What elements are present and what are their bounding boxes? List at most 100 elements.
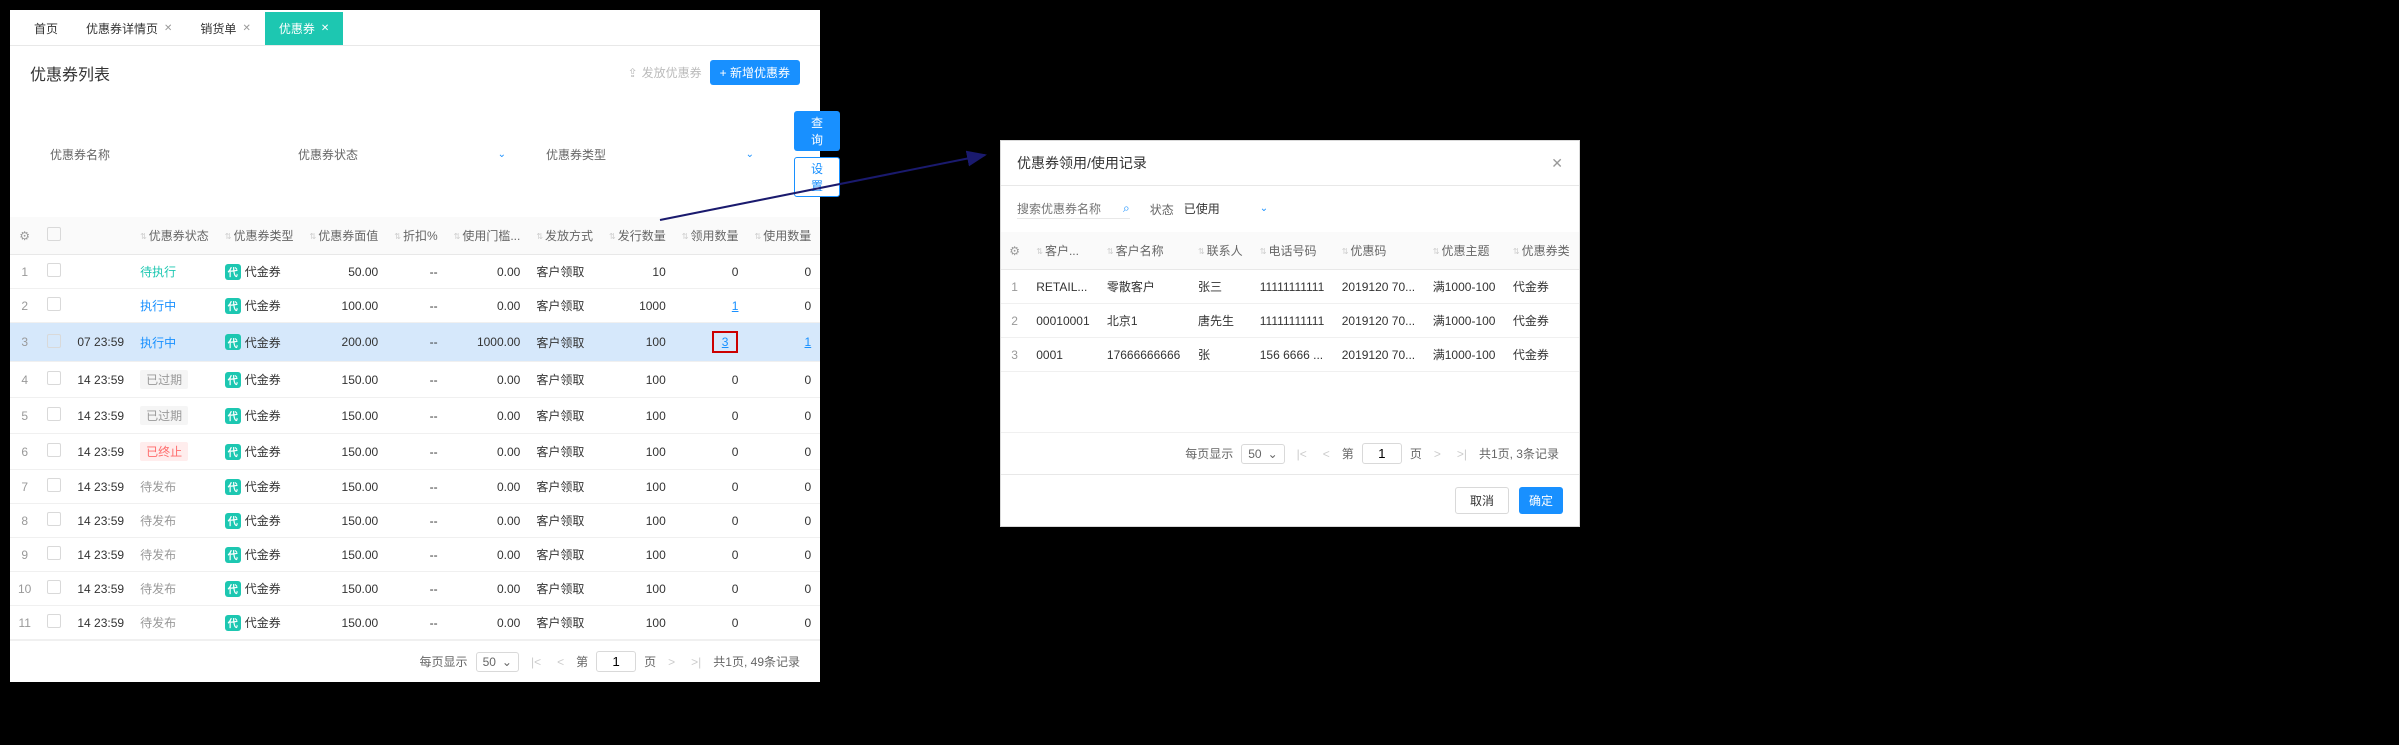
tab-label: 优惠券详情页	[86, 20, 158, 37]
voucher-icon: 代	[225, 479, 241, 495]
next-page-button[interactable]: >	[1430, 447, 1445, 461]
next-page-button[interactable]: >	[664, 655, 679, 669]
search-icon[interactable]: ⌕	[1123, 201, 1130, 216]
table-row[interactable]: 1 待执行 代代金券 50.00 -- 0.00 客户领取 10 0 0 ⇱ ⊞	[10, 255, 820, 289]
page-header: 优惠券列表 ⇪ 发放优惠券 + 新增优惠券	[10, 46, 820, 95]
tab-sales-order[interactable]: 销货单 ✕	[186, 12, 264, 45]
table-row[interactable]: 1 RETAIL... 零散客户 张三 11111111111 2019120 …	[1001, 270, 1579, 304]
settings-button[interactable]: 设置	[794, 157, 840, 197]
table-row[interactable]: 10 14 23:59 待发布 代代金券 150.00 -- 0.00 客户领取…	[10, 572, 820, 606]
header-gear[interactable]: ⚙	[10, 217, 39, 255]
page-suffix: 页	[1410, 445, 1422, 462]
header-coupon-code[interactable]: ⇅优惠码	[1334, 232, 1425, 270]
header-issue-qty[interactable]: ⇅发行数量	[601, 217, 674, 255]
close-icon[interactable]: ✕	[164, 23, 172, 34]
header-type[interactable]: ⇅优惠券类型	[217, 217, 302, 255]
row-checkbox[interactable]	[39, 504, 69, 538]
table-row[interactable]: 3 07 23:59 执行中 代代金券 200.00 -- 1000.00 客户…	[10, 323, 820, 362]
status-select[interactable]: ⌄	[366, 147, 506, 162]
row-time	[69, 289, 132, 323]
header-coupon-type[interactable]: ⇅优惠券类	[1505, 232, 1579, 270]
row-checkbox[interactable]	[39, 289, 69, 323]
header-gear[interactable]: ⚙	[1001, 232, 1028, 270]
table-row[interactable]: 4 14 23:59 已过期 代代金券 150.00 -- 0.00 客户领取 …	[10, 362, 820, 398]
row-actions: ⇱ ⊞	[819, 470, 820, 504]
voucher-icon: 代	[225, 298, 241, 314]
table-row[interactable]: 9 14 23:59 待发布 代代金券 150.00 -- 0.00 客户领取 …	[10, 538, 820, 572]
header-customer-name[interactable]: ⇅客户名称	[1099, 232, 1190, 270]
header-contact[interactable]: ⇅联系人	[1190, 232, 1252, 270]
header-claim-qty[interactable]: ⇅领用数量	[674, 217, 747, 255]
last-page-button[interactable]: >|	[687, 655, 705, 669]
row-method: 客户领取	[528, 289, 601, 323]
modal-filter: ⌕ 状态 已使用 ⌄	[1001, 186, 1579, 232]
type-select[interactable]: ⌄	[614, 147, 754, 162]
page-input[interactable]	[596, 651, 636, 672]
header-use-qty[interactable]: ⇅使用数量	[746, 217, 819, 255]
tab-home[interactable]: 首页	[20, 12, 72, 45]
header-method[interactable]: ⇅发放方式	[528, 217, 601, 255]
chevron-down-icon: ⌄	[1260, 203, 1268, 214]
table-row[interactable]: 2 00010001 北京1 唐先生 11111111111 2019120 7…	[1001, 304, 1579, 338]
close-icon[interactable]: ✕	[321, 23, 329, 34]
header-coupon-subject[interactable]: ⇅优惠主题	[1425, 232, 1505, 270]
row-threshold: 0.00	[446, 289, 529, 323]
row-checkbox[interactable]	[39, 323, 69, 362]
search-input[interactable]	[1017, 202, 1117, 216]
use-qty-link[interactable]: 1	[805, 335, 812, 349]
per-page-select[interactable]: 50 ⌄	[1241, 444, 1284, 464]
prev-page-button[interactable]: <	[553, 655, 568, 669]
header-checkbox[interactable]	[39, 217, 69, 255]
row-checkbox[interactable]	[39, 606, 69, 640]
page-input[interactable]	[1362, 443, 1402, 464]
row-checkbox[interactable]	[39, 434, 69, 470]
last-page-button[interactable]: >|	[1453, 447, 1471, 461]
row-status: 已过期	[132, 362, 217, 398]
row-discount: --	[386, 323, 445, 362]
header-threshold[interactable]: ⇅使用门槛...	[446, 217, 529, 255]
row-checkbox[interactable]	[39, 362, 69, 398]
table-row[interactable]: 2 执行中 代代金券 100.00 -- 0.00 客户领取 1000 1 0 …	[10, 289, 820, 323]
distribute-coupon-button[interactable]: ⇪ 发放优惠券	[628, 64, 702, 81]
row-checkbox[interactable]	[39, 398, 69, 434]
add-coupon-button[interactable]: + 新增优惠券	[710, 60, 800, 85]
header-discount[interactable]: ⇅折扣%	[386, 217, 445, 255]
status-select[interactable]: 已使用 ⌄	[1184, 198, 1268, 220]
close-icon[interactable]: ✕	[1551, 155, 1563, 172]
header-face-value[interactable]: ⇅优惠券面值	[302, 217, 387, 255]
first-page-button[interactable]: |<	[527, 655, 545, 669]
chevron-down-icon: ⌄	[502, 655, 512, 669]
usage-record-modal: 优惠券领用/使用记录 ✕ ⌕ 状态 已使用 ⌄ ⚙ ⇅客户.	[1000, 140, 1580, 527]
first-page-button[interactable]: |<	[1293, 447, 1311, 461]
table-row[interactable]: 5 14 23:59 已过期 代代金券 150.00 -- 0.00 客户领取 …	[10, 398, 820, 434]
per-page-select[interactable]: 50 ⌄	[476, 652, 519, 672]
table-row[interactable]: 6 14 23:59 已终止 代代金券 150.00 -- 0.00 客户领取 …	[10, 434, 820, 470]
row-claim-qty: 0	[674, 504, 747, 538]
tab-coupon[interactable]: 优惠券 ✕	[265, 12, 343, 45]
header-status[interactable]: ⇅优惠券状态	[132, 217, 217, 255]
claim-qty-link[interactable]: 3	[722, 335, 729, 349]
tab-coupon-detail[interactable]: 优惠券详情页 ✕	[72, 12, 186, 45]
header-customer-code[interactable]: ⇅客户...	[1028, 232, 1099, 270]
header-phone[interactable]: ⇅电话号码	[1252, 232, 1334, 270]
row-checkbox[interactable]	[39, 255, 69, 289]
row-time	[69, 255, 132, 289]
row-checkbox[interactable]	[39, 572, 69, 606]
row-checkbox[interactable]	[39, 538, 69, 572]
table-row[interactable]: 3 0001 17666666666 张 156 6666 ... 201912…	[1001, 338, 1579, 372]
confirm-button[interactable]: 确定	[1519, 487, 1563, 514]
table-row[interactable]: 7 14 23:59 待发布 代代金券 150.00 -- 0.00 客户领取 …	[10, 470, 820, 504]
claim-qty-link[interactable]: 1	[732, 299, 739, 313]
close-icon[interactable]: ✕	[242, 23, 250, 34]
row-checkbox[interactable]	[39, 470, 69, 504]
search-button[interactable]: 查询	[794, 111, 840, 151]
table-row[interactable]: 11 14 23:59 待发布 代代金券 150.00 -- 0.00 客户领取…	[10, 606, 820, 640]
coupon-name-input[interactable]	[118, 143, 258, 166]
row-status: 已终止	[132, 434, 217, 470]
prev-page-button[interactable]: <	[1319, 447, 1334, 461]
row-contact: 唐先生	[1190, 304, 1252, 338]
cancel-button[interactable]: 取消	[1455, 487, 1509, 514]
row-use-qty: 0	[746, 255, 819, 289]
table-row[interactable]: 8 14 23:59 待发布 代代金券 150.00 -- 0.00 客户领取 …	[10, 504, 820, 538]
row-coupon-type: 代金券	[1505, 270, 1579, 304]
